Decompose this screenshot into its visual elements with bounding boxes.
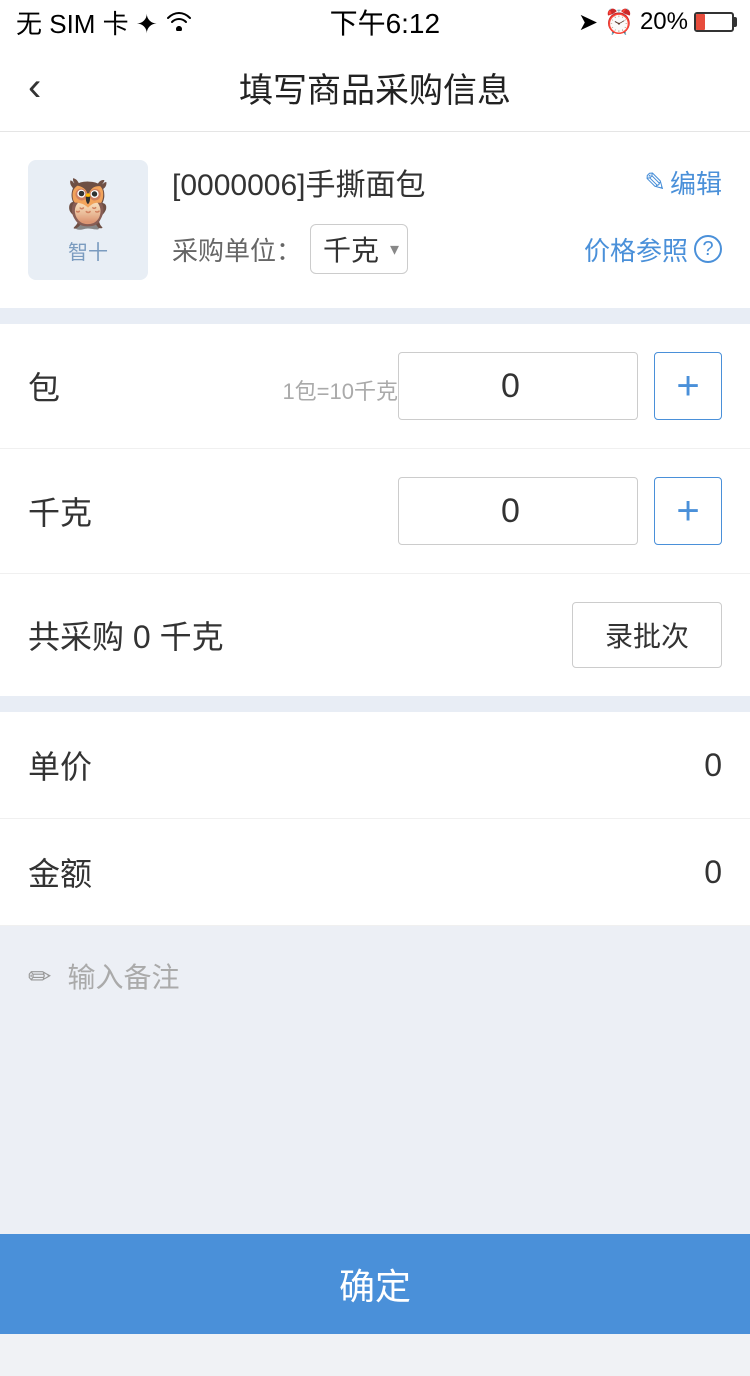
unit-label: 采购单位： — [172, 231, 302, 268]
bao-label: 包 — [28, 363, 274, 409]
kg-label: 千克 — [28, 488, 398, 534]
alarm-icon: ⏰ — [604, 8, 634, 37]
section-divider-1 — [0, 308, 750, 324]
bao-label-area: 包 1包=10千克 — [28, 363, 398, 409]
notes-section[interactable]: ✏ 输入备注 — [0, 926, 750, 1026]
price-ref-label: 价格参照 — [584, 231, 688, 268]
product-info: [0000006]手撕面包 ✎ 编辑 采购单位： 千克 价格参照 ? — [172, 160, 722, 274]
unit-price-label: 单价 — [28, 742, 92, 788]
status-time: 下午6:12 — [330, 2, 441, 42]
kg-plus-button[interactable]: + — [654, 477, 722, 545]
amount-label: 金额 — [28, 849, 92, 895]
confirm-button[interactable]: 确定 — [0, 1234, 750, 1334]
wifi-icon — [166, 7, 192, 38]
nav-bar: ‹ 填写商品采购信息 — [0, 44, 750, 132]
unit-value: 千克 — [323, 229, 379, 269]
bao-input-row: 包 1包=10千克 + — [0, 324, 750, 449]
status-right: ➤ ⏰ 20% — [578, 8, 734, 37]
amount-row: 金额 0 — [0, 819, 750, 926]
notes-placeholder: 输入备注 — [67, 956, 179, 996]
edit-label: 编辑 — [670, 164, 722, 201]
unit-row: 采购单位： 千克 价格参照 ? — [172, 224, 722, 274]
bao-input[interactable] — [398, 352, 638, 420]
page-title: 填写商品采购信息 — [239, 63, 511, 112]
product-name: [0000006]手撕面包 — [172, 160, 425, 204]
edit-icon: ✎ — [644, 167, 666, 198]
unit-price-value: 0 — [704, 747, 722, 784]
pencil-icon: ✏ — [28, 960, 51, 993]
unit-price-row: 单价 0 — [0, 712, 750, 819]
product-image: 🦉 智十 — [28, 160, 148, 280]
location-icon: ➤ — [578, 8, 598, 37]
record-batch-button[interactable]: 录批次 — [572, 602, 722, 668]
amount-value: 0 — [704, 854, 722, 891]
price-ref[interactable]: 价格参照 ? — [584, 231, 722, 268]
price-ref-help-icon: ? — [694, 235, 722, 263]
status-bar: 无 SIM 卡 ✦ 下午6:12 ➤ ⏰ 20% — [0, 0, 750, 44]
product-logo-text: 智十 — [68, 236, 108, 265]
product-name-row: [0000006]手撕面包 ✎ 编辑 — [172, 160, 722, 204]
back-button[interactable]: ‹ — [28, 65, 41, 110]
price-section: 单价 0 金额 0 — [0, 712, 750, 926]
bao-sub: 1包=10千克 — [282, 374, 398, 406]
unit-select-area: 采购单位： 千克 — [172, 224, 408, 274]
battery-indicator — [694, 12, 734, 32]
status-left: 无 SIM 卡 ✦ — [16, 4, 192, 41]
summary-text: 共采购 0 千克 — [28, 612, 224, 658]
edit-link[interactable]: ✎ 编辑 — [644, 164, 722, 201]
input-section: 包 1包=10千克 + 千克 + 共采购 0 千克 录批次 — [0, 324, 750, 696]
unit-select-wrapper[interactable]: 千克 — [310, 224, 408, 274]
kg-input-row: 千克 + — [0, 449, 750, 574]
summary-row: 共采购 0 千克 录批次 — [0, 574, 750, 696]
section-divider-2 — [0, 696, 750, 712]
battery-pct: 20% — [640, 8, 688, 36]
product-logo: 🦉 — [58, 175, 118, 232]
kg-input[interactable] — [398, 477, 638, 545]
sim-label: 无 SIM 卡 ✦ — [16, 4, 158, 41]
product-card: 🦉 智十 [0000006]手撕面包 ✎ 编辑 采购单位： 千克 价格 — [0, 132, 750, 308]
bao-plus-button[interactable]: + — [654, 352, 722, 420]
